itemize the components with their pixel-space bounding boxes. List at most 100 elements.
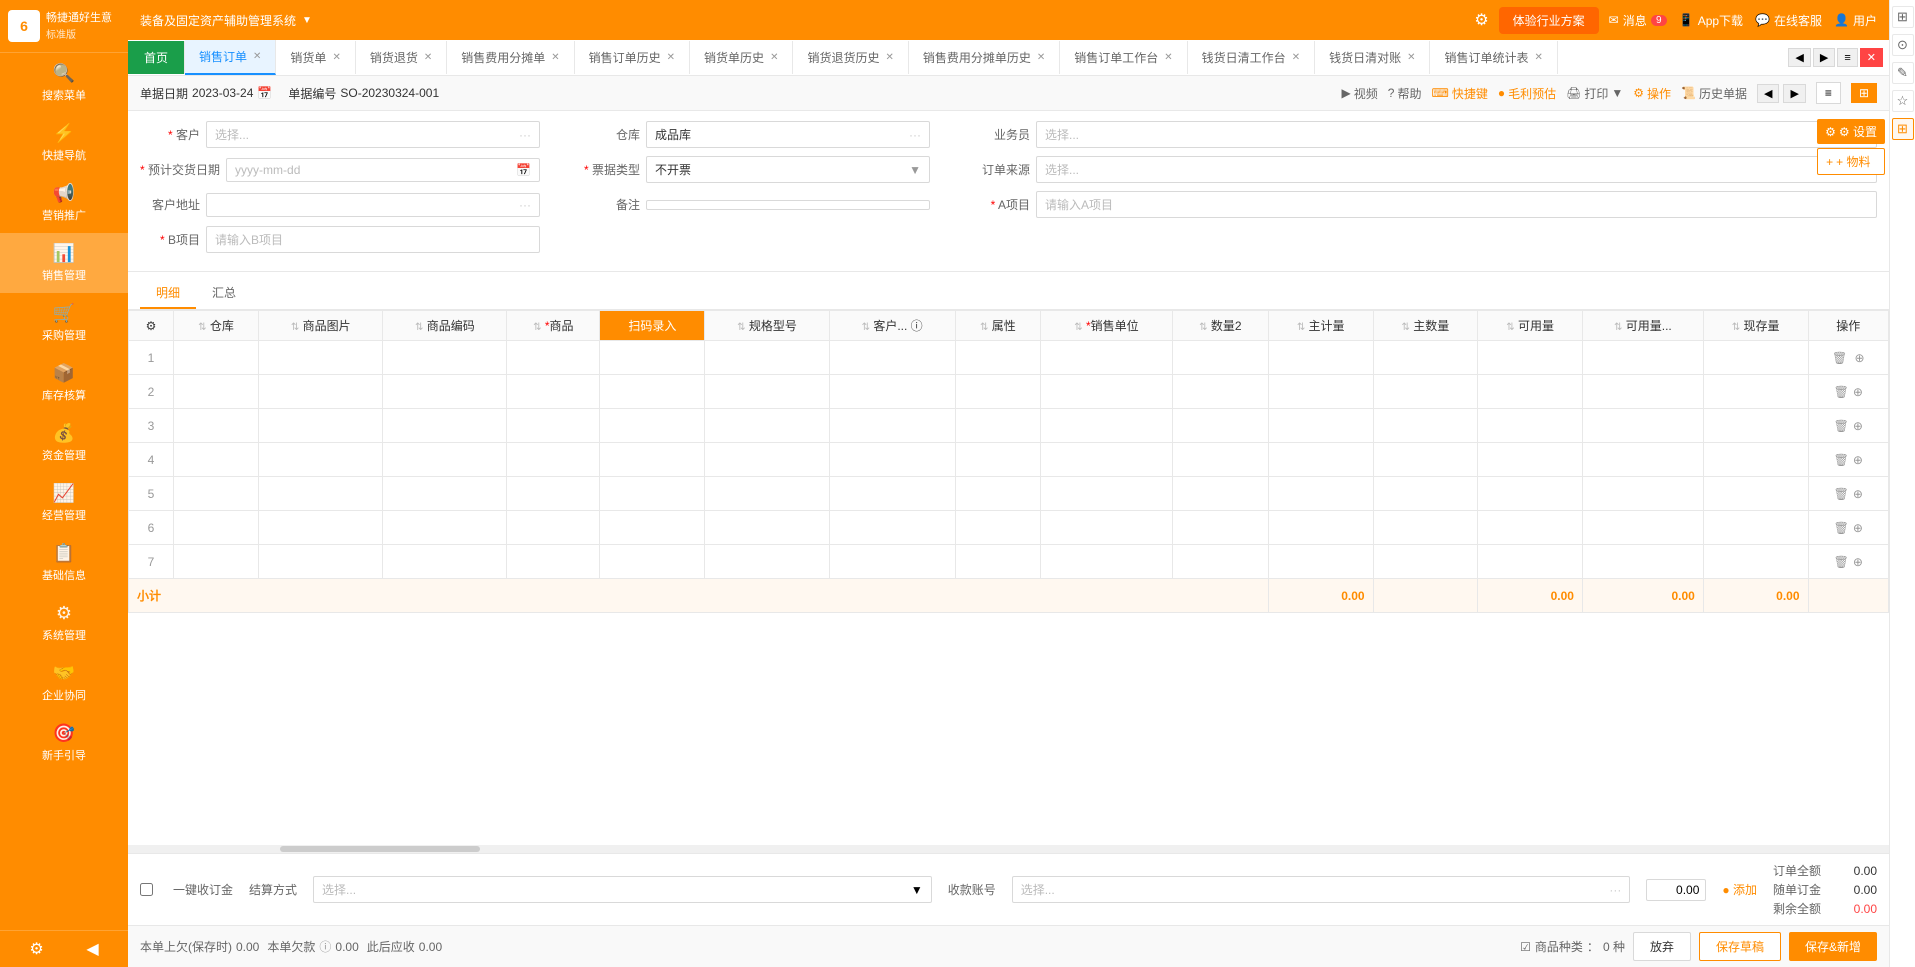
tab-close-icon[interactable]: ✕ xyxy=(1535,52,1543,63)
account-select[interactable]: 选择... ··· xyxy=(1012,876,1631,903)
row-available[interactable] xyxy=(1478,341,1583,375)
amount-input[interactable] xyxy=(1646,879,1706,901)
sidebar-item-sales[interactable]: 📊 销售管理 xyxy=(0,233,128,293)
tab-sales-expense-history[interactable]: 销售费用分摊单历史 ✕ xyxy=(909,41,1060,74)
help-button[interactable]: ? 帮助 xyxy=(1388,85,1422,102)
row-image[interactable] xyxy=(259,341,383,375)
tab-home[interactable]: 首页 xyxy=(128,41,185,74)
tab-close-icon[interactable]: ✕ xyxy=(1164,52,1172,63)
collapse-icon[interactable]: ◀ xyxy=(86,939,98,959)
delete-icon[interactable]: 🗑 xyxy=(1834,419,1849,433)
print-button[interactable]: 🖨 打印 ▼ xyxy=(1566,85,1623,102)
row-available2[interactable] xyxy=(1582,341,1703,375)
row-attribute[interactable] xyxy=(955,341,1040,375)
tab-sales-stats[interactable]: 销售订单统计表 ✕ xyxy=(1430,41,1557,74)
copy-icon[interactable]: ⊕ xyxy=(1853,385,1863,399)
row-scan[interactable] xyxy=(600,341,705,375)
history-button[interactable]: 📜 历史单据 xyxy=(1681,85,1747,102)
tab-sales-order[interactable]: 销售订单 ✕ xyxy=(185,40,276,75)
tab-summary[interactable]: 汇总 xyxy=(196,278,252,309)
sidebar-item-inventory[interactable]: 📦 库存核算 xyxy=(0,353,128,413)
salesperson-input[interactable]: 选择... ··· xyxy=(1036,121,1877,148)
header-gear-icon[interactable]: ⚙ xyxy=(1474,10,1488,30)
panel-icon-5[interactable]: ⊞ xyxy=(1892,118,1914,140)
row-spec[interactable] xyxy=(705,341,829,375)
sidebar-item-finance[interactable]: 💰 资金管理 xyxy=(0,413,128,473)
project-b-input[interactable]: 请输入B项目 xyxy=(206,226,540,253)
operation-button[interactable]: ⚙ 操作 xyxy=(1633,85,1671,102)
row-main-qty[interactable] xyxy=(1373,341,1478,375)
delete-icon[interactable]: 🗑 xyxy=(1834,521,1849,535)
sidebar-item-system[interactable]: ⚙ 系统管理 xyxy=(0,593,128,653)
tab-close-icon[interactable]: ✕ xyxy=(1292,52,1300,63)
remark-input[interactable] xyxy=(646,200,930,210)
warehouse-input[interactable]: 成品库 ··· xyxy=(646,121,930,148)
row-customer-code[interactable] xyxy=(829,341,955,375)
sidebar-item-operations[interactable]: 📈 经营管理 xyxy=(0,473,128,533)
tab-sales-expense[interactable]: 销售费用分摊单 ✕ xyxy=(447,41,574,74)
copy-icon[interactable]: ⊕ xyxy=(1853,419,1863,433)
toolbar-prev[interactable]: ◀ xyxy=(1757,84,1779,103)
calendar-icon[interactable]: 📅 xyxy=(257,86,272,100)
tab-sales-return-history[interactable]: 销货退货历史 ✕ xyxy=(793,41,908,74)
row-product[interactable] xyxy=(507,341,600,375)
row-code[interactable] xyxy=(383,341,507,375)
panel-icon-3[interactable]: ✎ xyxy=(1892,62,1914,84)
tab-more[interactable]: ≡ xyxy=(1837,48,1857,67)
copy-icon[interactable]: ⊕ xyxy=(1855,351,1865,365)
copy-icon[interactable]: ⊕ xyxy=(1853,453,1863,467)
tab-scroll-right[interactable]: ▶ xyxy=(1813,48,1835,67)
row-qty2[interactable] xyxy=(1172,341,1268,375)
panel-icon-4[interactable]: ☆ xyxy=(1892,90,1914,112)
address-input[interactable]: ··· xyxy=(206,193,540,217)
tab-close-icon[interactable]: ✕ xyxy=(1407,52,1415,63)
row-warehouse[interactable] xyxy=(173,341,258,375)
col-scan[interactable]: 扫码录入 xyxy=(600,311,705,341)
panel-icon-2[interactable]: ⊙ xyxy=(1892,34,1914,56)
customer-input[interactable]: 选择... ··· xyxy=(206,121,540,148)
view-button[interactable]: ▶ 视频 xyxy=(1342,85,1378,102)
sidebar-item-search[interactable]: 🔍 搜索菜单 xyxy=(0,53,128,113)
delete-icon[interactable]: 🗑 xyxy=(1834,487,1849,501)
one-click-checkbox[interactable] xyxy=(140,883,153,896)
delete-icon[interactable]: 🗑 xyxy=(1834,555,1849,569)
tab-close-icon[interactable]: ✕ xyxy=(332,52,340,63)
row-main-unit[interactable] xyxy=(1268,341,1373,375)
profit-button[interactable]: ● 毛利预估 xyxy=(1498,85,1556,102)
tab-close-icon[interactable]: ✕ xyxy=(424,52,432,63)
add-button[interactable]: ● 添加 xyxy=(1722,881,1757,898)
order-source-input[interactable]: 选择... ▼ xyxy=(1036,156,1877,183)
project-a-input[interactable]: 请输入A项目 xyxy=(1036,191,1877,218)
sidebar-item-purchase[interactable]: 🛒 采购管理 xyxy=(0,293,128,353)
tab-close-icon[interactable]: ✕ xyxy=(551,52,559,63)
col-settings[interactable]: ⚙ xyxy=(129,311,174,341)
tab-scroll-left[interactable]: ◀ xyxy=(1788,48,1810,67)
panel-icon-1[interactable]: ⊞ xyxy=(1892,6,1914,28)
invoice-select[interactable]: 不开票 ▼ xyxy=(646,156,930,183)
shortcut-button[interactable]: ⌨ 快捷键 xyxy=(1431,85,1487,102)
sidebar-item-guide[interactable]: 🎯 新手引导 xyxy=(0,713,128,773)
toolbar-next[interactable]: ▶ xyxy=(1783,84,1805,103)
copy-icon[interactable]: ⊕ xyxy=(1853,555,1863,569)
payment-select[interactable]: 选择... ▼ xyxy=(313,876,932,903)
online-service-button[interactable]: 💬 在线客服 xyxy=(1755,12,1822,29)
tab-sales-invoice[interactable]: 销货单 ✕ xyxy=(276,41,355,74)
tab-sales-order-history[interactable]: 销售订单历史 ✕ xyxy=(575,41,690,74)
toolbar-card-view[interactable]: ⊞ xyxy=(1851,83,1877,103)
toolbar-list-view[interactable]: ≡ xyxy=(1816,82,1841,104)
message-button[interactable]: ✉ 消息 9 xyxy=(1609,12,1667,29)
sidebar-item-marketing[interactable]: 📢 营销推广 xyxy=(0,173,128,233)
discard-button[interactable]: 放弃 xyxy=(1633,932,1691,961)
row-unit[interactable] xyxy=(1041,341,1173,375)
settings-button[interactable]: ⚙ ⚙ 设置 xyxy=(1817,119,1885,144)
tab-cash-workbench[interactable]: 钱货日清工作台 ✕ xyxy=(1188,41,1315,74)
tab-sales-workbench[interactable]: 销售订单工作台 ✕ xyxy=(1060,41,1187,74)
industry-plan-button[interactable]: 体验行业方案 xyxy=(1499,7,1599,34)
delete-icon[interactable]: 🗑 xyxy=(1834,385,1849,399)
tab-fullscreen[interactable]: ✕ xyxy=(1860,48,1883,67)
tab-detail[interactable]: 明细 xyxy=(140,278,196,309)
save-draft-button[interactable]: 保存草稿 xyxy=(1699,932,1781,961)
tab-sales-invoice-history[interactable]: 销货单历史 ✕ xyxy=(690,41,793,74)
add-material-button[interactable]: + + 物料 xyxy=(1817,148,1885,175)
sidebar-item-basics[interactable]: 📋 基础信息 xyxy=(0,533,128,593)
